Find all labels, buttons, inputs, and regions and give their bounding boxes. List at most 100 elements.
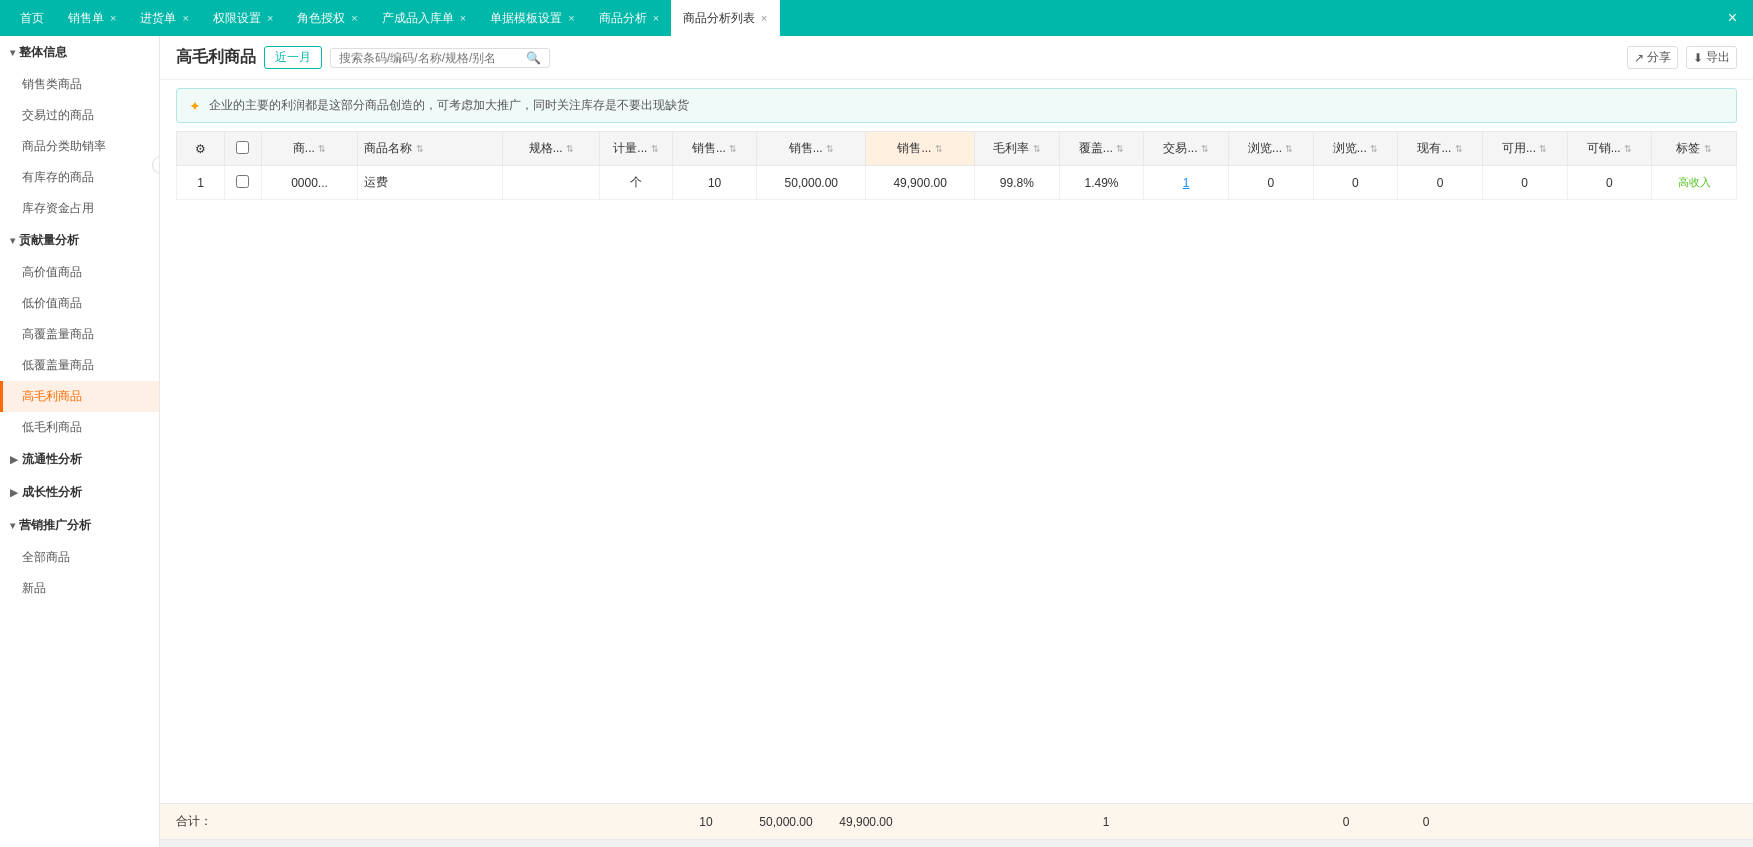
table-header-row: ⚙ 商... ⇅ 商品名称 ⇅ [177, 132, 1737, 166]
tab-role-auth[interactable]: 角色授权 × [285, 0, 369, 36]
col-header-stock-sale[interactable]: 可销... ⇅ [1567, 132, 1652, 166]
col-header-sales-amt[interactable]: 销售... ⇅ [757, 132, 866, 166]
col-header-tag[interactable]: 标签 ⇅ [1652, 132, 1737, 166]
tab-role-auth-close[interactable]: × [351, 12, 357, 24]
export-button[interactable]: ⬇ 导出 [1686, 46, 1737, 69]
sort-icon-tag: ⇅ [1704, 144, 1712, 154]
sidebar-item-stocked-goods[interactable]: 有库存的商品 [0, 162, 159, 193]
col-header-name[interactable]: 商品名称 ⇅ [358, 132, 503, 166]
sidebar-group-overview[interactable]: ▾ 整体信息 [0, 36, 159, 69]
tab-purchase-order-close[interactable]: × [182, 12, 188, 24]
col-header-code[interactable]: 商... ⇅ [261, 132, 358, 166]
cell-name: 运费 [358, 166, 503, 200]
info-banner: ✦ 企业的主要的利润都是这部分商品创造的，可考虑加大推广，同时关注库存是不要出现… [176, 88, 1737, 123]
col-header-margin[interactable]: 毛利率 ⇅ [975, 132, 1060, 166]
sidebar-item-new-products[interactable]: 新品 [0, 573, 159, 604]
close-all-tabs[interactable]: × [1720, 9, 1745, 27]
col-header-trade[interactable]: 交易... ⇅ [1144, 132, 1229, 166]
sidebar-group-growth[interactable]: ▶ 成长性分析 [0, 476, 159, 509]
tab-template-settings[interactable]: 单据模板设置 × [478, 0, 586, 36]
sidebar-group-liquidity[interactable]: ▶ 流通性分析 [0, 443, 159, 476]
sort-icon-browse2: ⇅ [1370, 144, 1378, 154]
tab-product-analysis[interactable]: 商品分析 × [587, 0, 671, 36]
col-header-coverage[interactable]: 覆盖... ⇅ [1059, 132, 1144, 166]
col-header-check[interactable] [225, 132, 261, 166]
cell-browse1: 0 [1228, 166, 1313, 200]
col-header-sales-qty[interactable]: 销售... ⇅ [672, 132, 757, 166]
col-header-browse2[interactable]: 浏览... ⇅ [1313, 132, 1398, 166]
select-all-checkbox[interactable] [236, 141, 249, 154]
col-header-browse1[interactable]: 浏览... ⇅ [1228, 132, 1313, 166]
footer-check-spacer [296, 815, 326, 829]
tab-product-storage[interactable]: 产成品入库单 × [370, 0, 478, 36]
footer-coverage-spacer [986, 815, 1066, 829]
footer-sales-amt: 50,000.00 [746, 815, 826, 829]
tab-purchase-order[interactable]: 进货单 × [128, 0, 200, 36]
footer-trade: 1 [1066, 815, 1146, 829]
chevron-down-icon: ▾ [10, 47, 15, 58]
search-box: 🔍 [330, 48, 550, 68]
sidebar-group-marketing[interactable]: ▾ 营销推广分析 [0, 509, 159, 542]
tab-sales-order-close[interactable]: × [110, 12, 116, 24]
tab-sales-order[interactable]: 销售单 × [56, 0, 128, 36]
tab-permission-settings[interactable]: 权限设置 × [201, 0, 285, 36]
tab-template-close[interactable]: × [568, 12, 574, 24]
horizontal-scrollbar[interactable] [160, 839, 1753, 847]
share-button[interactable]: ↗ 分享 [1627, 46, 1678, 69]
chevron-right-icon: ▶ [10, 454, 18, 465]
footer-browse2 [1226, 815, 1306, 829]
sidebar-item-category-sales-rate[interactable]: 商品分类助销率 [0, 131, 159, 162]
footer-label: 合计： [176, 813, 256, 830]
col-header-unit[interactable]: 计量... ⇅ [600, 132, 673, 166]
chevron-down-icon-2: ▾ [10, 235, 15, 246]
row-checkbox[interactable] [236, 175, 249, 188]
share-icon: ↗ [1634, 51, 1644, 65]
sort-icon-amt: ⇅ [826, 144, 834, 154]
footer-spec-spacer [526, 815, 606, 829]
sidebar-item-sales-goods[interactable]: 销售类商品 [0, 69, 159, 100]
sidebar-item-high-coverage[interactable]: 高覆盖量商品 [0, 319, 159, 350]
cell-check[interactable] [225, 166, 261, 200]
footer-stock-avail: 0 [1386, 815, 1466, 829]
col-header-sales-profit[interactable]: 销售... ⇅ [866, 132, 975, 166]
sidebar-group-contribution[interactable]: ▾ 贡献量分析 [0, 224, 159, 257]
cell-trade[interactable]: 1 [1144, 166, 1229, 200]
footer-sales-profit: 49,900.00 [826, 815, 906, 829]
sidebar-item-low-margin[interactable]: 低毛利商品 [0, 412, 159, 443]
info-icon: ✦ [189, 98, 201, 114]
search-input[interactable] [339, 51, 522, 65]
chevron-down-icon-3: ▾ [10, 520, 15, 531]
period-button[interactable]: 近一月 [264, 46, 322, 69]
sort-icon-unit: ⇅ [651, 144, 659, 154]
tab-product-analysis-list-close[interactable]: × [761, 12, 767, 24]
col-header-stock-cur[interactable]: 现有... ⇅ [1398, 132, 1483, 166]
col-header-num[interactable]: ⚙ [177, 132, 225, 166]
tab-product-analysis-close[interactable]: × [653, 12, 659, 24]
table-container: ⚙ 商... ⇅ 商品名称 ⇅ [160, 131, 1753, 803]
sidebar-item-all-goods[interactable]: 全部商品 [0, 542, 159, 573]
search-icon[interactable]: 🔍 [526, 51, 541, 65]
sidebar-item-low-value[interactable]: 低价值商品 [0, 288, 159, 319]
sidebar-item-low-coverage[interactable]: 低覆盖量商品 [0, 350, 159, 381]
cell-tag: 高收入 [1652, 166, 1737, 200]
tab-home[interactable]: 首页 [8, 0, 56, 36]
sidebar-item-stock-capital[interactable]: 库存资金占用 [0, 193, 159, 224]
sort-icon-profit: ⇅ [935, 144, 943, 154]
cell-sales-qty: 10 [672, 166, 757, 200]
table-row: 1 0000... 运费 个 10 50,000.00 49,900.00 99… [177, 166, 1737, 200]
header-actions: ↗ 分享 ⬇ 导出 [1627, 46, 1737, 69]
sort-icon-coverage: ⇅ [1116, 144, 1124, 154]
sidebar-item-high-value[interactable]: 高价值商品 [0, 257, 159, 288]
tab-product-storage-close[interactable]: × [460, 12, 466, 24]
tab-permission-close[interactable]: × [267, 12, 273, 24]
footer-unit-spacer [606, 815, 666, 829]
col-header-stock-avail[interactable]: 可用... ⇅ [1482, 132, 1567, 166]
content-area: 高毛利商品 近一月 🔍 ↗ 分享 ⬇ 导出 ✦ 企业的主要的利润都是这部分商品创… [160, 36, 1753, 847]
sidebar-item-traded-goods[interactable]: 交易过的商品 [0, 100, 159, 131]
cell-sales-amt: 50,000.00 [757, 166, 866, 200]
chevron-right-icon-2: ▶ [10, 487, 18, 498]
col-header-spec[interactable]: 规格... ⇅ [503, 132, 600, 166]
cell-stock-cur: 0 [1398, 166, 1483, 200]
tab-product-analysis-list[interactable]: 商品分析列表 × [671, 0, 779, 36]
sidebar-item-high-margin[interactable]: 高毛利商品 [0, 381, 159, 412]
